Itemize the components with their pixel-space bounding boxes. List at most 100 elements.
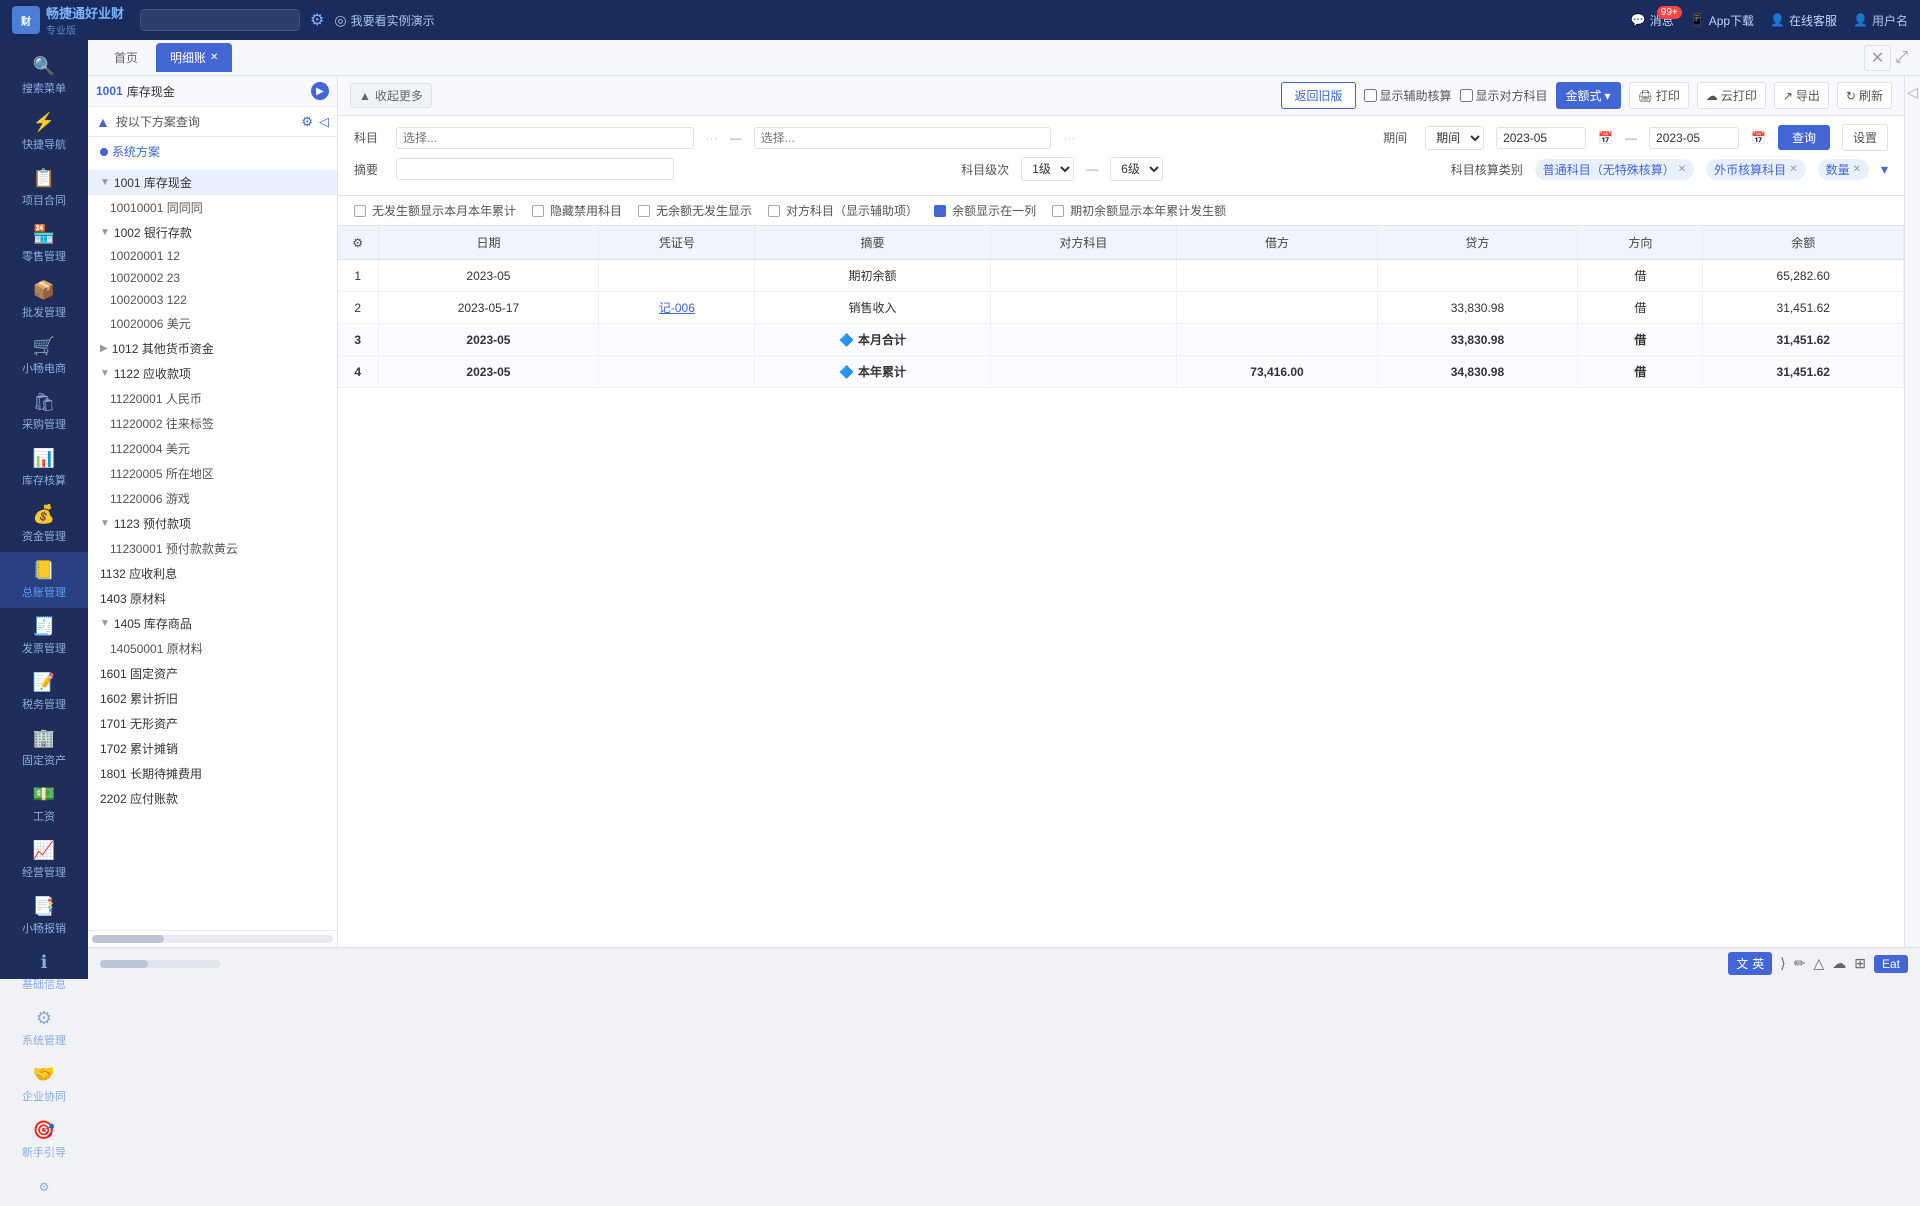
tree-item-10020003[interactable]: 10020003 122 [88, 289, 337, 311]
tree-item-11220005[interactable]: 11220005 所在地区 [88, 461, 337, 486]
tree-item-11220002[interactable]: 11220002 往来标签 [88, 411, 337, 436]
tree-item-1123[interactable]: ▼ 1123 预付款项 [88, 511, 337, 536]
horizontal-scroll[interactable] [100, 960, 220, 968]
app-download-btn[interactable]: 📱 App下载 [1690, 12, 1754, 29]
bottom-icon-4[interactable]: ☁ [1832, 955, 1846, 972]
sidebar-item-invoice[interactable]: 🧾 发票管理 [0, 608, 88, 664]
top-search-input[interactable] [140, 9, 300, 31]
tree-item-10020002[interactable]: 10020002 23 [88, 267, 337, 289]
level-start-select[interactable]: 1级 [1021, 157, 1074, 181]
print-btn[interactable]: 🖨 打印 [1629, 82, 1689, 109]
setting-btn[interactable]: 设置 [1842, 124, 1888, 151]
export-btn[interactable]: ↗ 导出 [1774, 82, 1829, 109]
sidebar-item-salary[interactable]: 💵 工资 [0, 776, 88, 832]
user-avatar[interactable]: 👤 用户名 [1853, 12, 1908, 29]
th-gear[interactable]: ⚙ [338, 226, 378, 260]
cb-no-balance[interactable]: 无余额无发生显示 [638, 202, 752, 219]
sidebar-item-guide[interactable]: 🎯 新手引导 [0, 1112, 88, 1168]
chevron-down-icon[interactable]: ▾ [1881, 161, 1888, 178]
tree-item-1702[interactable]: 1702 累计摊销 [88, 736, 337, 761]
tab-detail[interactable]: 明细账 ✕ [156, 43, 232, 72]
tree-item-1403[interactable]: 1403 原材料 [88, 586, 337, 611]
tree-item-1001[interactable]: ▼ 1001 库存现金 [88, 170, 337, 195]
tree-item-11220004[interactable]: 11220004 美元 [88, 436, 337, 461]
tree-item-11230001[interactable]: 11230001 预付款款黄云 [88, 536, 337, 561]
gear-icon[interactable]: ⚙ [310, 10, 324, 30]
sidebar-item-capital[interactable]: 💰 资金管理 [0, 496, 88, 552]
period-type-select[interactable]: 期间 [1425, 126, 1484, 150]
tree-item-11220006[interactable]: 11220006 游戏 [88, 486, 337, 511]
sidebar-item-quick-nav[interactable]: ⚡ 快捷导航 [0, 104, 88, 160]
sidebar-item-operations[interactable]: 📈 经营管理 [0, 832, 88, 888]
sidebar-item-search-menu[interactable]: 🔍 搜索菜单 [0, 48, 88, 104]
tag-quantity-close[interactable]: ✕ [1853, 164, 1861, 175]
cb-hide-disabled[interactable]: 隐藏禁用科目 [532, 202, 622, 219]
sidebar-item-cooperation[interactable]: 🤝 企业协同 [0, 1056, 88, 1112]
show-aux-calc-checkbox[interactable]: 显示辅助核算 [1364, 87, 1452, 104]
sidebar-item-retail[interactable]: 🏪 零售管理 [0, 216, 88, 272]
bottom-icon-1[interactable]: ⟩ [1780, 955, 1785, 972]
cb-no-amount[interactable]: 无发生额显示本月本年累计 [354, 202, 516, 219]
online-service-btn[interactable]: 👤 在线客服 [1770, 12, 1837, 29]
subject-end-input[interactable] [754, 127, 1052, 149]
period-start-input[interactable] [1496, 127, 1586, 149]
tab-home[interactable]: 首页 [100, 43, 152, 72]
tree-item-1602[interactable]: 1602 累计折旧 [88, 686, 337, 711]
close-small-icon[interactable]: ◁ [319, 114, 329, 130]
sidebar-item-wholesale[interactable]: 📦 批发管理 [0, 272, 88, 328]
sidebar-item-system[interactable]: ⚙ 系统管理 [0, 1000, 88, 1056]
cb-initial-balance[interactable]: 期初余额显示本年累计发生额 [1052, 202, 1226, 219]
tag-foreign-close[interactable]: ✕ [1789, 164, 1797, 175]
tree-item-1132[interactable]: 1132 应收利息 [88, 561, 337, 586]
tree-item-1012[interactable]: ▶ 1012 其他货币资金 [88, 336, 337, 361]
cb-balance-one-col[interactable]: 余额显示在一列 [934, 202, 1036, 219]
tab-close-btn[interactable]: ✕ [210, 52, 218, 63]
tree-item-14050001[interactable]: 14050001 原材料 [88, 636, 337, 661]
sidebar-item-assets[interactable]: 🏢 固定资产 [0, 720, 88, 776]
tree-item-1122[interactable]: ▼ 1122 应收款项 [88, 361, 337, 386]
cb-opposite-subject[interactable]: 对方科目（显示辅助项） [768, 202, 918, 219]
tree-item-1601[interactable]: 1601 固定资产 [88, 661, 337, 686]
close-all-tabs-btn[interactable]: ✕ [1864, 45, 1891, 71]
calendar-start-icon[interactable]: 📅 [1598, 131, 1613, 145]
level-end-select[interactable]: 6级 [1110, 157, 1163, 181]
amount-format-btn[interactable]: 金额式 ▾ [1556, 82, 1621, 109]
query-btn[interactable]: 查询 [1778, 125, 1830, 150]
show-opposite-checkbox[interactable]: 显示对方科目 [1460, 87, 1548, 104]
sidebar-item-inventory[interactable]: 📊 库存核算 [0, 440, 88, 496]
system-plan-btn[interactable]: 系统方案 [88, 137, 337, 166]
tree-item-1405[interactable]: ▼ 1405 库存商品 [88, 611, 337, 636]
sidebar-item-ecommerce[interactable]: 🛒 小畅电商 [0, 328, 88, 384]
tree-item-11220001[interactable]: 11220001 人民币 [88, 386, 337, 411]
expand-filter-btn[interactable]: ▲ 收起更多 [350, 83, 432, 108]
collapse-right-icon[interactable]: ◁ [1907, 84, 1918, 101]
cloud-print-btn[interactable]: ☁ 云打印 [1697, 82, 1766, 109]
bottom-icon-5[interactable]: ⊞ [1854, 955, 1866, 972]
sidebar-item-basic[interactable]: ℹ 基础信息 [0, 944, 88, 1000]
demo-link[interactable]: ◎ 我要看实例演示 [334, 12, 434, 29]
sidebar-item-tax[interactable]: 📝 税务管理 [0, 664, 88, 720]
sidebar-item-project[interactable]: 📋 项目合同 [0, 160, 88, 216]
subject-input[interactable] [396, 127, 694, 149]
calendar-end-icon[interactable]: 📅 [1751, 131, 1766, 145]
bottom-icon-2[interactable]: ✏ [1794, 955, 1806, 972]
tree-item-10020001[interactable]: 10020001 12 [88, 245, 337, 267]
sidebar-item-ledger[interactable]: 📒 总账管理 [0, 552, 88, 608]
summary-input[interactable] [396, 158, 674, 180]
period-end-input[interactable] [1649, 127, 1739, 149]
nav-next-btn[interactable]: ▶ [311, 82, 329, 100]
tree-item-1701[interactable]: 1701 无形资产 [88, 711, 337, 736]
settings-gear-btn[interactable]: ⚙ [27, 1168, 62, 1206]
bottom-icon-3[interactable]: △ [1813, 955, 1824, 972]
language-btn[interactable]: 文 英 [1728, 952, 1772, 975]
expand-panel-btn[interactable]: ⤢ [1895, 49, 1908, 67]
tree-item-10010001[interactable]: 10010001 同同同 [88, 195, 337, 220]
refresh-btn[interactable]: ↻ 刷新 [1837, 82, 1892, 109]
tag-normal-close[interactable]: ✕ [1678, 164, 1686, 175]
tree-item-1801[interactable]: 1801 长期待摊费用 [88, 761, 337, 786]
sidebar-item-purchase[interactable]: 🛍 采购管理 [0, 384, 88, 440]
return-old-version-btn[interactable]: 返回旧版 [1281, 82, 1355, 109]
sidebar-item-reports[interactable]: 📑 小畅报销 [0, 888, 88, 944]
notification-btn[interactable]: 💬 消息 99+ [1631, 12, 1674, 29]
tree-item-1002[interactable]: ▼ 1002 银行存款 [88, 220, 337, 245]
